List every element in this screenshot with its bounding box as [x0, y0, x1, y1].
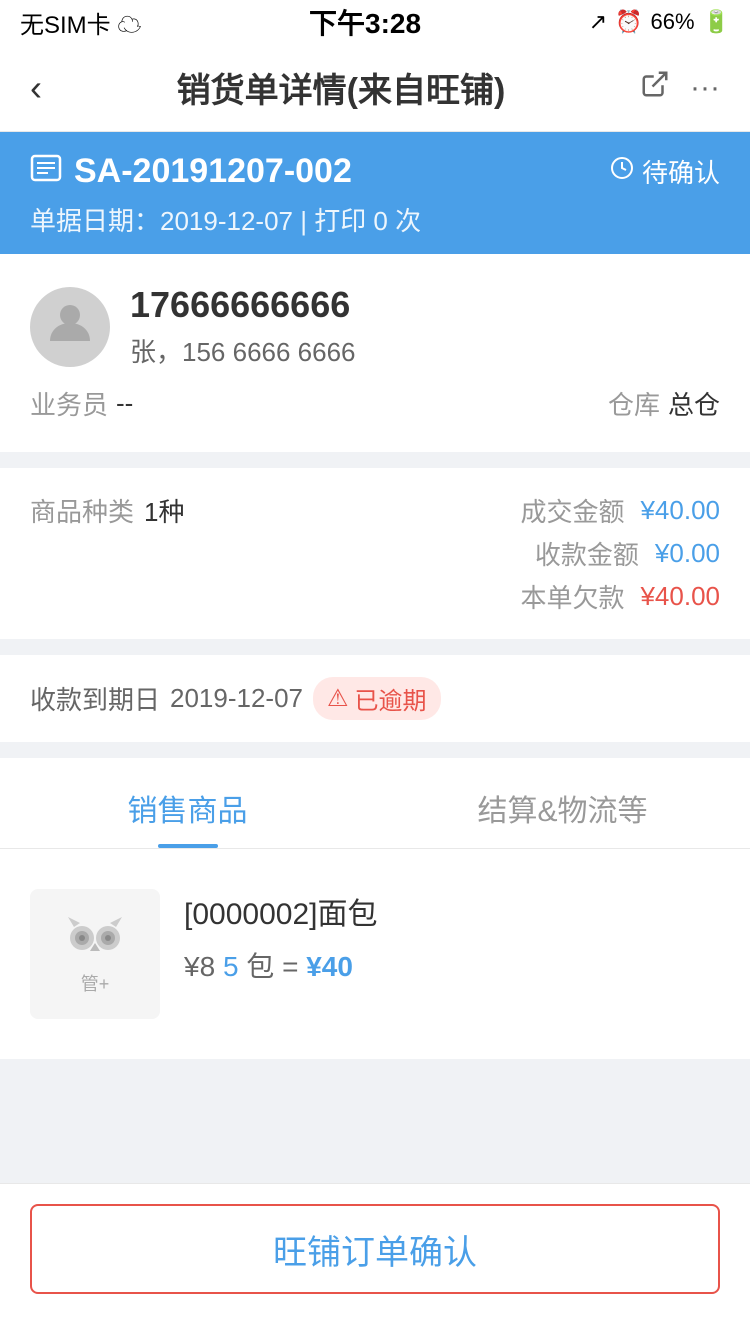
- order-status: 待确认: [610, 153, 720, 190]
- amounts-right: 成交金额 ¥40.00 收款金额 ¥0.00 本单欠款 ¥40.00: [520, 492, 720, 615]
- order-date: 单据日期：2019-12-07 | 打印 0 次: [30, 201, 720, 238]
- back-button[interactable]: ‹: [30, 67, 42, 109]
- product-logo: 管+: [60, 913, 130, 996]
- salesperson-value: --: [116, 388, 133, 419]
- tab-products-label: 销售商品: [128, 795, 248, 828]
- alarm-icon: ⏰: [615, 9, 642, 35]
- received-value: ¥0.00: [655, 538, 720, 569]
- product-info: [0000002]面包 ¥8 5 包 = ¥40: [184, 889, 720, 985]
- due-date-label: 收款到期日: [30, 680, 160, 717]
- bottom-bar: 旺铺订单确认: [0, 1183, 750, 1334]
- transaction-value: ¥40.00: [640, 495, 720, 526]
- user-icon: [46, 297, 94, 356]
- equal-sign: =: [282, 951, 306, 982]
- due-date-value: 2019-12-07: [170, 683, 303, 714]
- sim-status: 无SIM卡 ☁: [20, 5, 141, 40]
- order-icon: [30, 152, 62, 191]
- product-price: ¥8: [184, 951, 215, 982]
- overdue-badge: ⚠ 已逾期: [313, 677, 441, 720]
- owed-value: ¥40.00: [640, 581, 720, 612]
- owed-amount-row: 本单欠款 ¥40.00: [520, 578, 720, 615]
- battery-status: 66%: [651, 9, 695, 35]
- status-time: 下午3:28: [309, 2, 421, 42]
- product-item: 管+ [0000002]面包 ¥8 5 包 = ¥40: [30, 869, 720, 1039]
- transaction-label: 成交金额: [520, 492, 624, 529]
- status-right: ↗ ⏰ 66% 🔋: [589, 9, 730, 35]
- customer-phone: 17666666666: [130, 284, 356, 326]
- product-thumbnail: 管+: [30, 889, 160, 1019]
- tab-settlement[interactable]: 结算&物流等: [375, 758, 750, 848]
- logo-text: 管+: [81, 970, 110, 996]
- customer-name: 张，156 6666 6666: [130, 332, 356, 369]
- product-price-row: ¥8 5 包 = ¥40: [184, 945, 720, 985]
- product-total: ¥40: [306, 951, 353, 982]
- customer-info-card: 17666666666 张，156 6666 6666 业务员 -- 仓库 总仓: [0, 254, 750, 452]
- tabs-container: 销售商品 结算&物流等: [0, 758, 750, 849]
- page-title: 销货单详情(来自旺铺): [177, 63, 506, 112]
- tab-settlement-label: 结算&物流等: [477, 795, 647, 828]
- tab-products[interactable]: 销售商品: [0, 758, 375, 848]
- product-qty: 5: [223, 951, 239, 982]
- received-amount-row: 收款金额 ¥0.00: [535, 535, 720, 572]
- amounts-card: 商品种类 1种 成交金额 ¥40.00 收款金额 ¥0.00 本单欠款 ¥40.…: [0, 468, 750, 639]
- location-icon: ↗: [589, 9, 607, 35]
- battery-icon: 🔋: [703, 9, 730, 35]
- product-name: [0000002]面包: [184, 889, 720, 933]
- order-id-row: SA-20191207-002: [30, 152, 352, 191]
- confirm-button[interactable]: 旺铺订单确认: [30, 1204, 720, 1294]
- warehouse-value: 总仓: [668, 385, 720, 422]
- product-types-label: 商品种类: [30, 492, 134, 529]
- transaction-amount-row: 成交金额 ¥40.00: [520, 492, 720, 529]
- overdue-label: 已逾期: [355, 681, 427, 716]
- order-header: SA-20191207-002 待确认 单据日期：2019-12-07 | 打印…: [0, 132, 750, 254]
- status-label: 待确认: [642, 153, 720, 190]
- order-id-text: SA-20191207-002: [74, 152, 352, 191]
- status-bar: 无SIM卡 ☁ 下午3:28 ↗ ⏰ 66% 🔋: [0, 0, 750, 44]
- warehouse-label: 仓库: [608, 385, 660, 422]
- warning-icon: ⚠: [327, 684, 349, 713]
- clock-icon: [610, 156, 634, 187]
- more-icon[interactable]: ···: [690, 71, 720, 105]
- received-label: 收款金额: [535, 535, 639, 572]
- nav-bar: ‹ 销货单详情(来自旺铺) ···: [0, 44, 750, 132]
- product-list: 管+ [0000002]面包 ¥8 5 包 = ¥40: [0, 849, 750, 1059]
- product-types-value: 1种: [144, 492, 184, 529]
- due-date-card: 收款到期日 2019-12-07 ⚠ 已逾期: [0, 655, 750, 742]
- nav-actions: ···: [640, 69, 720, 107]
- share-icon[interactable]: [640, 69, 670, 107]
- avatar: [30, 287, 110, 367]
- owed-label: 本单欠款: [520, 578, 624, 615]
- status-left: 无SIM卡 ☁: [20, 5, 141, 40]
- product-unit: 包: [246, 951, 274, 982]
- salesperson-label: 业务员: [30, 385, 108, 422]
- product-types: 商品种类 1种: [30, 492, 184, 529]
